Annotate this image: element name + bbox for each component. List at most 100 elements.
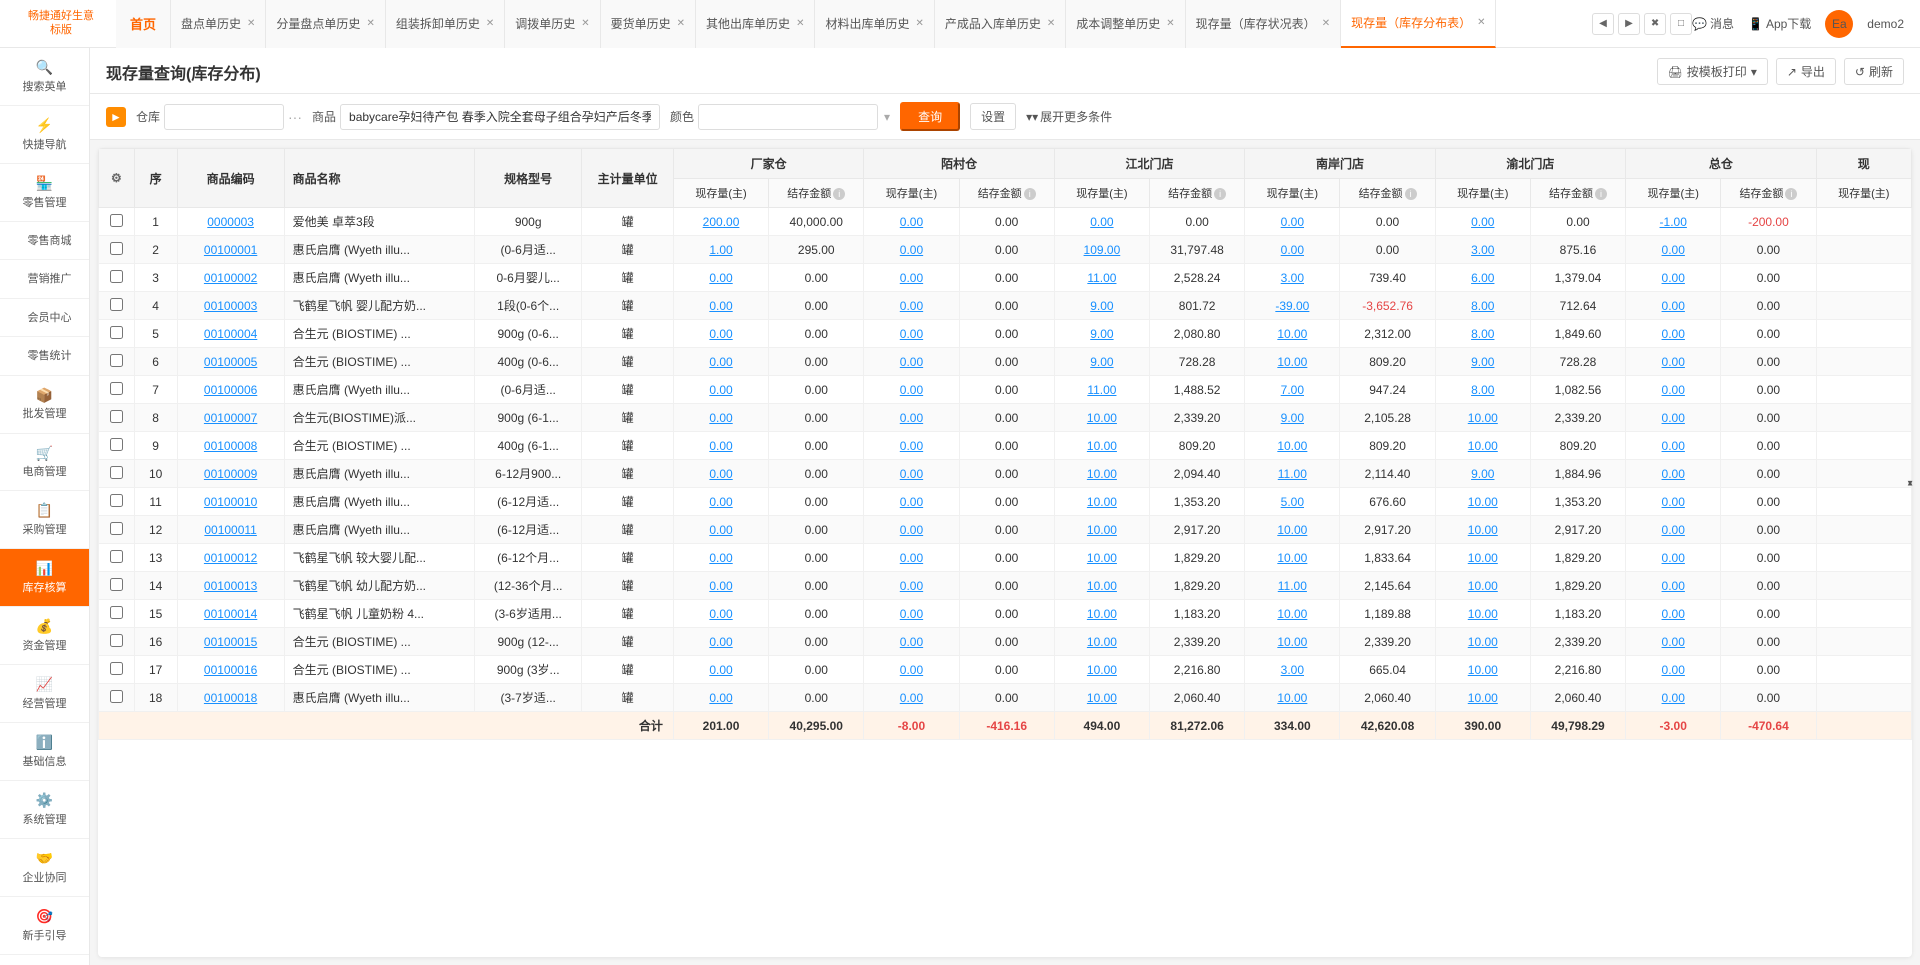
row-jb-qty-5[interactable]: 9.00 <box>1054 348 1149 376</box>
row-mc-qty-9[interactable]: 0.00 <box>864 460 959 488</box>
row-mc-qty-17[interactable]: 0.00 <box>864 684 959 712</box>
sidebar-item-8[interactable]: 🛒电商管理 <box>0 434 89 492</box>
info-icon-4[interactable]: i <box>1405 188 1417 200</box>
tab-10[interactable]: 现存量（库存分布表）✕ <box>1341 0 1496 48</box>
tab-prev-button[interactable]: ◀ <box>1592 13 1614 35</box>
row-check-13[interactable] <box>99 572 135 600</box>
row-check-12[interactable] <box>99 544 135 572</box>
sidebar-item-11[interactable]: 💰资金管理 <box>0 607 89 665</box>
tab-1[interactable]: 分量盘点单历史✕ <box>266 0 385 48</box>
row-cj-qty-3[interactable]: 0.00 <box>673 292 768 320</box>
sidebar-item-6[interactable]: 零售统计 <box>0 337 89 375</box>
row-code-14[interactable]: 00100014 <box>177 600 284 628</box>
row-zc-qty-6[interactable]: 0.00 <box>1626 376 1721 404</box>
row-check-17[interactable] <box>99 684 135 712</box>
row-zc-qty-15[interactable]: 0.00 <box>1626 628 1721 656</box>
row-na-qty-9[interactable]: 11.00 <box>1245 460 1340 488</box>
row-zc-qty-4[interactable]: 0.00 <box>1626 320 1721 348</box>
row-na-qty-0[interactable]: 0.00 <box>1245 208 1340 236</box>
tab-6[interactable]: 材料出库单历史✕ <box>815 0 934 48</box>
row-jb-qty-3[interactable]: 9.00 <box>1054 292 1149 320</box>
row-yb-qty-2[interactable]: 6.00 <box>1435 264 1530 292</box>
row-mc-qty-0[interactable]: 0.00 <box>864 208 959 236</box>
row-code-17[interactable]: 00100018 <box>177 684 284 712</box>
query-button[interactable]: 查询 <box>900 102 960 131</box>
row-yb-qty-4[interactable]: 8.00 <box>1435 320 1530 348</box>
row-zc-qty-11[interactable]: 0.00 <box>1626 516 1721 544</box>
row-mc-qty-13[interactable]: 0.00 <box>864 572 959 600</box>
row-jb-qty-12[interactable]: 10.00 <box>1054 544 1149 572</box>
row-jb-qty-15[interactable]: 10.00 <box>1054 628 1149 656</box>
refresh-button[interactable]: ↺ 刷新 <box>1844 58 1904 85</box>
row-na-qty-15[interactable]: 10.00 <box>1245 628 1340 656</box>
row-jb-qty-9[interactable]: 10.00 <box>1054 460 1149 488</box>
warehouse-input[interactable] <box>164 104 284 130</box>
row-mc-qty-4[interactable]: 0.00 <box>864 320 959 348</box>
row-mc-qty-6[interactable]: 0.00 <box>864 376 959 404</box>
row-jb-qty-2[interactable]: 11.00 <box>1054 264 1149 292</box>
row-jb-qty-8[interactable]: 10.00 <box>1054 432 1149 460</box>
row-na-qty-10[interactable]: 5.00 <box>1245 488 1340 516</box>
row-code-5[interactable]: 00100005 <box>177 348 284 376</box>
row-cj-qty-0[interactable]: 200.00 <box>673 208 768 236</box>
sidebar-item-9[interactable]: 📋采购管理 <box>0 491 89 549</box>
row-mc-qty-14[interactable]: 0.00 <box>864 600 959 628</box>
row-zc-qty-8[interactable]: 0.00 <box>1626 432 1721 460</box>
row-yb-qty-14[interactable]: 10.00 <box>1435 600 1530 628</box>
row-check-9[interactable] <box>99 460 135 488</box>
row-mc-qty-8[interactable]: 0.00 <box>864 432 959 460</box>
row-check-8[interactable] <box>99 432 135 460</box>
sidebar-item-13[interactable]: ℹ️基础信息 <box>0 723 89 781</box>
row-jb-qty-6[interactable]: 11.00 <box>1054 376 1149 404</box>
export-button[interactable]: ↗ 导出 <box>1776 58 1836 85</box>
row-check-0[interactable] <box>99 208 135 236</box>
tab-close-0[interactable]: ✕ <box>247 18 255 29</box>
goods-input[interactable] <box>340 104 660 130</box>
row-yb-qty-6[interactable]: 8.00 <box>1435 376 1530 404</box>
row-zc-qty-7[interactable]: 0.00 <box>1626 404 1721 432</box>
row-yb-qty-3[interactable]: 8.00 <box>1435 292 1530 320</box>
sidebar-item-15[interactable]: 🤝企业协同 <box>0 839 89 897</box>
col-settings[interactable]: ⚙ <box>99 149 135 208</box>
row-zc-qty-16[interactable]: 0.00 <box>1626 656 1721 684</box>
row-code-16[interactable]: 00100016 <box>177 656 284 684</box>
row-na-qty-4[interactable]: 10.00 <box>1245 320 1340 348</box>
row-code-0[interactable]: 0000003 <box>177 208 284 236</box>
tab-close-8[interactable]: ✕ <box>1166 18 1174 29</box>
tab-3[interactable]: 调拨单历史✕ <box>505 0 600 48</box>
row-cj-qty-6[interactable]: 0.00 <box>673 376 768 404</box>
sidebar-item-0[interactable]: 🔍搜索英单 <box>0 48 89 106</box>
row-jb-qty-1[interactable]: 109.00 <box>1054 236 1149 264</box>
tab-menu-button[interactable]: □ <box>1670 13 1692 35</box>
row-zc-qty-10[interactable]: 0.00 <box>1626 488 1721 516</box>
row-cj-qty-5[interactable]: 0.00 <box>673 348 768 376</box>
row-check-1[interactable] <box>99 236 135 264</box>
tab-home[interactable]: 首页 <box>116 0 171 48</box>
row-code-15[interactable]: 00100015 <box>177 628 284 656</box>
row-check-10[interactable] <box>99 488 135 516</box>
tab-close-3[interactable]: ✕ <box>581 18 589 29</box>
sidebar-item-14[interactable]: ⚙️系统管理 <box>0 781 89 839</box>
info-icon-5[interactable]: i <box>1595 188 1607 200</box>
row-jb-qty-17[interactable]: 10.00 <box>1054 684 1149 712</box>
user-avatar[interactable]: Ea <box>1825 10 1853 38</box>
print-button[interactable]: 🖨 按模板打印 ▾ <box>1657 58 1768 85</box>
row-yb-qty-5[interactable]: 9.00 <box>1435 348 1530 376</box>
row-na-qty-7[interactable]: 9.00 <box>1245 404 1340 432</box>
row-cj-qty-7[interactable]: 0.00 <box>673 404 768 432</box>
tab-close-10[interactable]: ✕ <box>1477 17 1485 28</box>
row-yb-qty-15[interactable]: 10.00 <box>1435 628 1530 656</box>
tab-4[interactable]: 要货单历史✕ <box>601 0 696 48</box>
row-code-11[interactable]: 00100011 <box>177 516 284 544</box>
sidebar-item-5[interactable]: 会员中心 <box>0 299 89 337</box>
row-cj-qty-13[interactable]: 0.00 <box>673 572 768 600</box>
more-filters-button[interactable]: ▾▾ 展开更多条件 <box>1026 108 1112 125</box>
tab-close-button[interactable]: ✖ <box>1644 13 1666 35</box>
tab-7[interactable]: 产成品入库单历史✕ <box>935 0 1066 48</box>
tab-close-2[interactable]: ✕ <box>486 18 494 29</box>
row-mc-qty-7[interactable]: 0.00 <box>864 404 959 432</box>
row-yb-qty-8[interactable]: 10.00 <box>1435 432 1530 460</box>
row-zc-qty-2[interactable]: 0.00 <box>1626 264 1721 292</box>
row-na-qty-1[interactable]: 0.00 <box>1245 236 1340 264</box>
row-yb-qty-0[interactable]: 0.00 <box>1435 208 1530 236</box>
